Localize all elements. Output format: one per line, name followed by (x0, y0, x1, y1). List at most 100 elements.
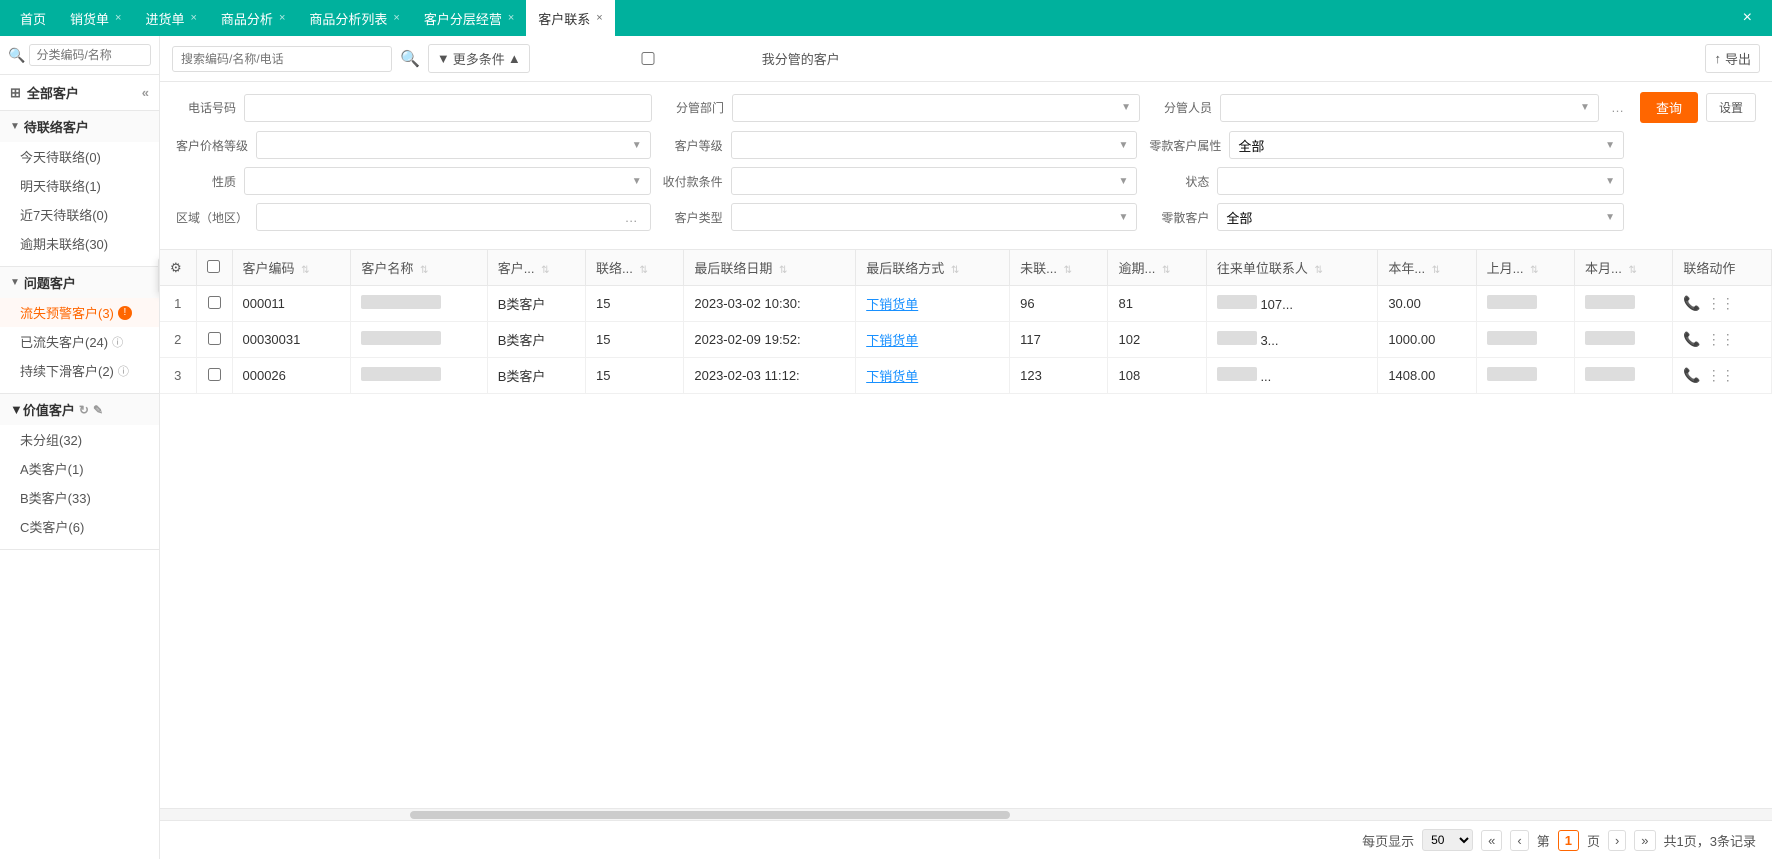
nav-product-analysis[interactable]: 商品分析 × (209, 0, 297, 36)
filter-nature-select[interactable]: ▼ (244, 167, 651, 195)
export-button[interactable]: ↑ 导出 (1705, 44, 1760, 73)
nav-purchase-close[interactable]: × (190, 12, 196, 24)
row-checkbox-1[interactable] (196, 286, 232, 322)
sidebar-item-lost[interactable]: 已流失客户(24) ⓘ (0, 327, 159, 356)
sidebar-pending-header[interactable]: ▼ 待联络客户 (0, 111, 159, 142)
nav-product-list-close[interactable]: × (393, 12, 399, 24)
more-actions-icon-3[interactable]: ⋮⋮ (1707, 367, 1735, 384)
last-month-sort-icon: ⇅ (1530, 265, 1538, 276)
filter-price-level-select[interactable]: ▼ (256, 131, 651, 159)
price-level-arrow-icon: ▼ (632, 140, 642, 151)
th-year-amount[interactable]: 本年... ⇅ (1378, 250, 1476, 286)
nav-product-analysis-close[interactable]: × (279, 12, 285, 24)
phone-icon-3[interactable]: 📞 (1683, 367, 1700, 384)
nav-sales-close[interactable]: × (115, 12, 121, 24)
last-page-button[interactable]: » (1634, 830, 1655, 851)
nav-home[interactable]: 首页 (8, 0, 58, 36)
filter-cust-type-select[interactable]: ▼ (731, 203, 1138, 231)
sidebar-search-container: 🔍 (0, 36, 159, 75)
value-refresh-icon[interactable]: ↻ (79, 403, 89, 417)
sidebar-item-a-class[interactable]: A类客户(1) (0, 454, 159, 483)
filter-phone-input[interactable] (244, 94, 652, 122)
sidebar-search-input[interactable] (29, 44, 151, 66)
sidebar-item-c-class[interactable]: C类客户(6) (0, 512, 159, 541)
prev-page-button[interactable]: ‹ (1510, 830, 1528, 851)
filter-zero-customer-select[interactable]: 全部 ▼ (1217, 203, 1624, 231)
search-button[interactable]: 🔍 (400, 49, 420, 69)
next-page-button[interactable]: › (1608, 830, 1626, 851)
nav-customer-contact[interactable]: 客户联系 × (526, 0, 614, 36)
region-more-button[interactable]: … (621, 210, 642, 225)
zero-customer-arrow-icon: ▼ (1605, 212, 1615, 223)
horizontal-scrollbar[interactable] (160, 808, 1772, 820)
sidebar-item-ungrouped[interactable]: 未分组(32) (0, 425, 159, 454)
query-button[interactable]: 查询 (1640, 92, 1698, 123)
search-input[interactable] (172, 46, 392, 72)
sidebar-item-churn-warning[interactable]: 流失预警客户(3) ! (0, 298, 159, 327)
filter-region-select[interactable]: … (256, 203, 651, 231)
row-last-method-3[interactable]: 下销货单 (856, 358, 1010, 394)
sidebar-problem-header[interactable]: ▼ 问题客户 (0, 267, 159, 298)
first-page-button[interactable]: « (1481, 830, 1502, 851)
th-uncontacted[interactable]: 未联... ⇅ (1010, 250, 1108, 286)
window-close-button[interactable]: × (1731, 9, 1764, 27)
value-edit-icon[interactable]: ✎ (93, 403, 103, 417)
sidebar-item-7days[interactable]: 近7天待联络(0) (0, 200, 159, 229)
filter-level-select[interactable]: ▼ (731, 131, 1138, 159)
sidebar-item-overdue[interactable]: 逾期未联络(30) (0, 229, 159, 258)
th-this-month[interactable]: 本月... ⇅ (1575, 250, 1673, 286)
row-action-1[interactable]: 📞 ⋮⋮ (1673, 286, 1772, 322)
th-name[interactable]: 客户名称 ⇅ (351, 250, 487, 286)
settings-button[interactable]: 设置 (1706, 93, 1756, 122)
th-last-month[interactable]: 上月... ⇅ (1476, 250, 1574, 286)
th-code[interactable]: 客户编码 ⇅ (232, 250, 351, 286)
row-action-2[interactable]: 📞 ⋮⋮ (1673, 322, 1772, 358)
filter-status-select[interactable]: ▼ (1217, 167, 1624, 195)
more-actions-icon-1[interactable]: ⋮⋮ (1707, 295, 1735, 312)
sidebar-item-b-class[interactable]: B类客户(33) (0, 483, 159, 512)
person-more-button[interactable]: … (1607, 100, 1628, 115)
th-checkbox[interactable] (196, 250, 232, 286)
nav-sales[interactable]: 销货单 × (58, 0, 133, 36)
customer-table: ⚙ 客户编码 ⇅ 客户名称 ⇅ 客户... ⇅ 联络... ⇅ 最后联络日期 ⇅… (160, 250, 1772, 394)
scroll-thumb[interactable] (410, 811, 1010, 819)
nav-customer-contact-close[interactable]: × (596, 12, 602, 24)
th-settings[interactable]: ⚙ (160, 250, 196, 286)
sidebar-value-header[interactable]: ▼ 价值客户 ↻ ✎ (0, 394, 159, 425)
my-customers-checkbox-label[interactable]: 我分管的客户 (538, 49, 840, 68)
row-contact-3: 15 (586, 358, 684, 394)
table-settings-icon[interactable]: ⚙ (170, 260, 182, 275)
th-level[interactable]: 客户... ⇅ (487, 250, 585, 286)
more-actions-icon-2[interactable]: ⋮⋮ (1707, 331, 1735, 348)
filter-dept-select[interactable]: ▼ (732, 94, 1140, 122)
row-checkbox-2[interactable] (196, 322, 232, 358)
th-contact2[interactable]: 往来单位联系人 ⇅ (1206, 250, 1377, 286)
th-contact-count[interactable]: 联络... ⇅ (586, 250, 684, 286)
nav-customer-tier-close[interactable]: × (508, 12, 514, 24)
sidebar-all-customers[interactable]: ⊞ 全部客户 « (0, 75, 159, 111)
nav-purchase[interactable]: 进货单 × (133, 0, 208, 36)
row-last-method-1[interactable]: 下销货单 (856, 286, 1010, 322)
nav-product-list[interactable]: 商品分析列表 × (297, 0, 411, 36)
sidebar-collapse-icon[interactable]: « (142, 85, 149, 100)
sidebar-item-declining[interactable]: 持续下滑客户(2) ⓘ (0, 356, 159, 385)
phone-icon-1[interactable]: 📞 (1683, 295, 1700, 312)
select-all-checkbox[interactable] (207, 260, 220, 273)
per-page-select[interactable]: 50 100 200 (1422, 829, 1473, 851)
th-last-date[interactable]: 最后联络日期 ⇅ (684, 250, 856, 286)
row-contact2-1: 107... (1206, 286, 1377, 322)
filter-payment-select[interactable]: ▼ (731, 167, 1138, 195)
sidebar-item-today[interactable]: 今天待联络(0) (0, 142, 159, 171)
nav-customer-tier[interactable]: 客户分层经营 × (412, 0, 526, 36)
row-action-3[interactable]: 📞 ⋮⋮ (1673, 358, 1772, 394)
phone-icon-2[interactable]: 📞 (1683, 331, 1700, 348)
filter-zero-attr-select[interactable]: 全部 ▼ (1229, 131, 1624, 159)
filter-person-select[interactable]: ▼ (1220, 94, 1599, 122)
sidebar-item-tomorrow[interactable]: 明天待联络(1) (0, 171, 159, 200)
more-conditions-button[interactable]: ▼ 更多条件 ▲ (428, 44, 530, 73)
row-last-method-2[interactable]: 下销货单 (856, 322, 1010, 358)
row-checkbox-3[interactable] (196, 358, 232, 394)
my-customers-checkbox[interactable] (538, 52, 758, 65)
th-last-method[interactable]: 最后联络方式 ⇅ (856, 250, 1010, 286)
th-overdue[interactable]: 逾期... ⇅ (1108, 250, 1206, 286)
